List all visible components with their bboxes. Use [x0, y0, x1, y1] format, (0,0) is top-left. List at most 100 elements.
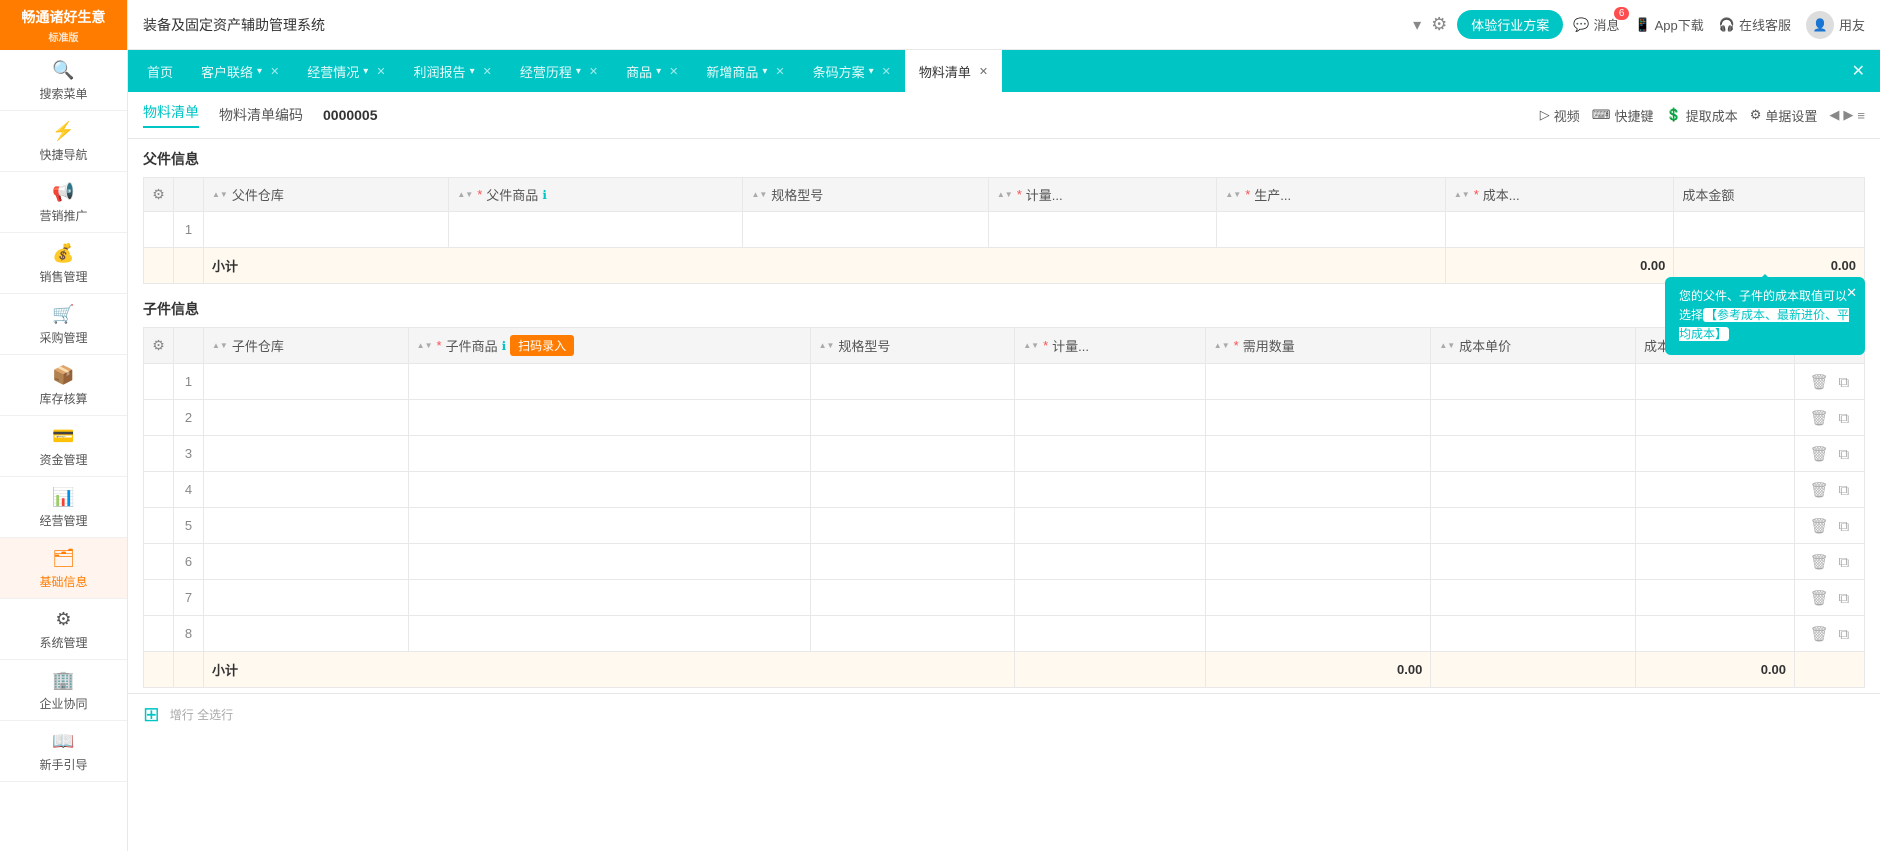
action-settings[interactable]: ⚙ 单据设置: [1750, 106, 1818, 125]
child-row-goods[interactable]: [408, 508, 810, 544]
child-row-qty[interactable]: [1205, 400, 1431, 436]
child-row-spec[interactable]: [810, 580, 1015, 616]
child-row-goods[interactable]: [408, 544, 810, 580]
child-row-qty[interactable]: [1205, 544, 1431, 580]
gear-icon2[interactable]: ⚙: [152, 337, 165, 354]
sidebar-item-basic[interactable]: 🗂 基础信息: [0, 538, 127, 599]
tab-bom[interactable]: 物料清单 ✕: [905, 50, 1002, 92]
sub-tab-bom-code[interactable]: 物料清单编码: [219, 105, 303, 125]
tab-operations[interactable]: 经营情况 ▾ ✕: [293, 50, 399, 92]
sidebar-item-finance[interactable]: 💳 资金管理: [0, 416, 127, 477]
sidebar-item-purchase[interactable]: 🛒 采购管理: [0, 294, 127, 355]
grid-icon[interactable]: ≡: [1857, 108, 1865, 123]
close-all-tabs[interactable]: ✕: [1842, 61, 1875, 81]
tab-history-close[interactable]: ✕: [589, 65, 598, 78]
child-row-qty[interactable]: [1205, 508, 1431, 544]
child-row-goods[interactable]: [408, 400, 810, 436]
sidebar-item-guide[interactable]: 📖 新手引导: [0, 721, 127, 782]
child-row-unit[interactable]: [1015, 616, 1206, 652]
tab-profit[interactable]: 利润报告 ▾ ✕: [400, 50, 506, 92]
child-row-warehouse[interactable]: [204, 364, 409, 400]
copy-icon[interactable]: ⧉: [1838, 410, 1849, 427]
child-row-goods[interactable]: [408, 580, 810, 616]
sidebar-item-system[interactable]: ⚙ 系统管理: [0, 599, 127, 660]
copy-icon[interactable]: ⧉: [1838, 374, 1849, 391]
child-row-amount[interactable]: [1635, 580, 1794, 616]
child-row-amount[interactable]: [1635, 508, 1794, 544]
action-shortcut[interactable]: ⌨ 快捷键: [1592, 106, 1654, 125]
action-view[interactable]: ▷ 视频: [1540, 106, 1580, 125]
child-row-amount[interactable]: [1635, 400, 1794, 436]
copy-icon[interactable]: ⧉: [1838, 482, 1849, 499]
child-row-amount[interactable]: [1635, 364, 1794, 400]
child-row-goods[interactable]: [408, 472, 810, 508]
settings-icon[interactable]: ⚙: [1431, 14, 1447, 35]
parent-row-spec[interactable]: [743, 212, 988, 248]
prev-icon[interactable]: ◀: [1829, 107, 1839, 123]
child-row-unit[interactable]: [1015, 364, 1206, 400]
child-row-qty[interactable]: [1205, 616, 1431, 652]
sidebar-item-ops[interactable]: 📊 经营管理: [0, 477, 127, 538]
copy-icon[interactable]: ⧉: [1838, 446, 1849, 463]
child-row-goods[interactable]: [408, 436, 810, 472]
tab-goods-close[interactable]: ✕: [669, 65, 678, 78]
scan-button[interactable]: 扫码录入: [510, 335, 574, 356]
child-row-unit-cost[interactable]: [1431, 508, 1636, 544]
tab-customers[interactable]: 客户联络 ▾ ✕: [187, 50, 293, 92]
delete-icon[interactable]: 🗑: [1810, 446, 1829, 463]
tab-barcode-close[interactable]: ✕: [882, 65, 891, 78]
online-support-item[interactable]: 🎧 在线客服: [1719, 15, 1791, 34]
copy-icon[interactable]: ⧉: [1838, 518, 1849, 535]
tab-history[interactable]: 经营历程 ▾ ✕: [506, 50, 612, 92]
child-row-warehouse[interactable]: [204, 616, 409, 652]
dropdown-icon[interactable]: ▾: [1413, 15, 1421, 35]
copy-icon[interactable]: ⧉: [1838, 554, 1849, 571]
tab-goods[interactable]: 商品 ▾ ✕: [612, 50, 692, 92]
delete-icon[interactable]: 🗑: [1810, 482, 1829, 499]
child-row-warehouse[interactable]: [204, 508, 409, 544]
child-row-unit-cost[interactable]: [1431, 580, 1636, 616]
child-row-amount[interactable]: [1635, 616, 1794, 652]
child-row-spec[interactable]: [810, 544, 1015, 580]
add-rows-icon[interactable]: ⊞: [143, 702, 160, 727]
child-row-unit-cost[interactable]: [1431, 436, 1636, 472]
delete-icon[interactable]: 🗑: [1810, 518, 1829, 535]
parent-row-produce[interactable]: [1217, 212, 1446, 248]
tab-new-goods[interactable]: 新增商品 ▾ ✕: [692, 50, 798, 92]
delete-icon[interactable]: 🗑: [1810, 410, 1829, 427]
child-row-unit[interactable]: [1015, 544, 1206, 580]
child-row-spec[interactable]: [810, 616, 1015, 652]
child-row-unit-cost[interactable]: [1431, 400, 1636, 436]
experience-button[interactable]: 体验行业方案: [1457, 10, 1563, 39]
child-row-qty[interactable]: [1205, 580, 1431, 616]
child-row-warehouse[interactable]: [204, 544, 409, 580]
child-row-spec[interactable]: [810, 400, 1015, 436]
child-row-amount[interactable]: [1635, 472, 1794, 508]
sidebar-item-sales[interactable]: 💰 销售管理: [0, 233, 127, 294]
tab-new-goods-close[interactable]: ✕: [775, 65, 784, 78]
child-row-spec[interactable]: [810, 472, 1015, 508]
child-row-unit-cost[interactable]: [1431, 544, 1636, 580]
child-row-goods[interactable]: [408, 616, 810, 652]
child-row-qty[interactable]: [1205, 364, 1431, 400]
tooltip-close-button[interactable]: ✕: [1846, 283, 1857, 304]
child-row-qty[interactable]: [1205, 472, 1431, 508]
parent-row-warehouse[interactable]: [204, 212, 449, 248]
child-row-warehouse[interactable]: [204, 472, 409, 508]
child-row-unit-cost[interactable]: [1431, 472, 1636, 508]
child-row-warehouse[interactable]: [204, 400, 409, 436]
app-download-item[interactable]: 📱 App下载: [1634, 15, 1703, 34]
user-area[interactable]: 👤 用友: [1806, 11, 1865, 39]
child-row-unit[interactable]: [1015, 400, 1206, 436]
sub-tab-bom-list[interactable]: 物料清单: [143, 102, 199, 128]
parent-row-amount[interactable]: [1674, 212, 1865, 248]
sidebar-item-marketing[interactable]: 📢 营销推广: [0, 172, 127, 233]
child-row-unit[interactable]: [1015, 436, 1206, 472]
child-row-amount[interactable]: [1635, 544, 1794, 580]
sidebar-item-inventory[interactable]: 📦 库存核算: [0, 355, 127, 416]
parent-row-cost[interactable]: [1445, 212, 1674, 248]
child-row-unit-cost[interactable]: [1431, 364, 1636, 400]
delete-icon[interactable]: 🗑: [1810, 554, 1829, 571]
child-row-unit[interactable]: [1015, 580, 1206, 616]
tab-bom-close[interactable]: ✕: [979, 65, 988, 78]
